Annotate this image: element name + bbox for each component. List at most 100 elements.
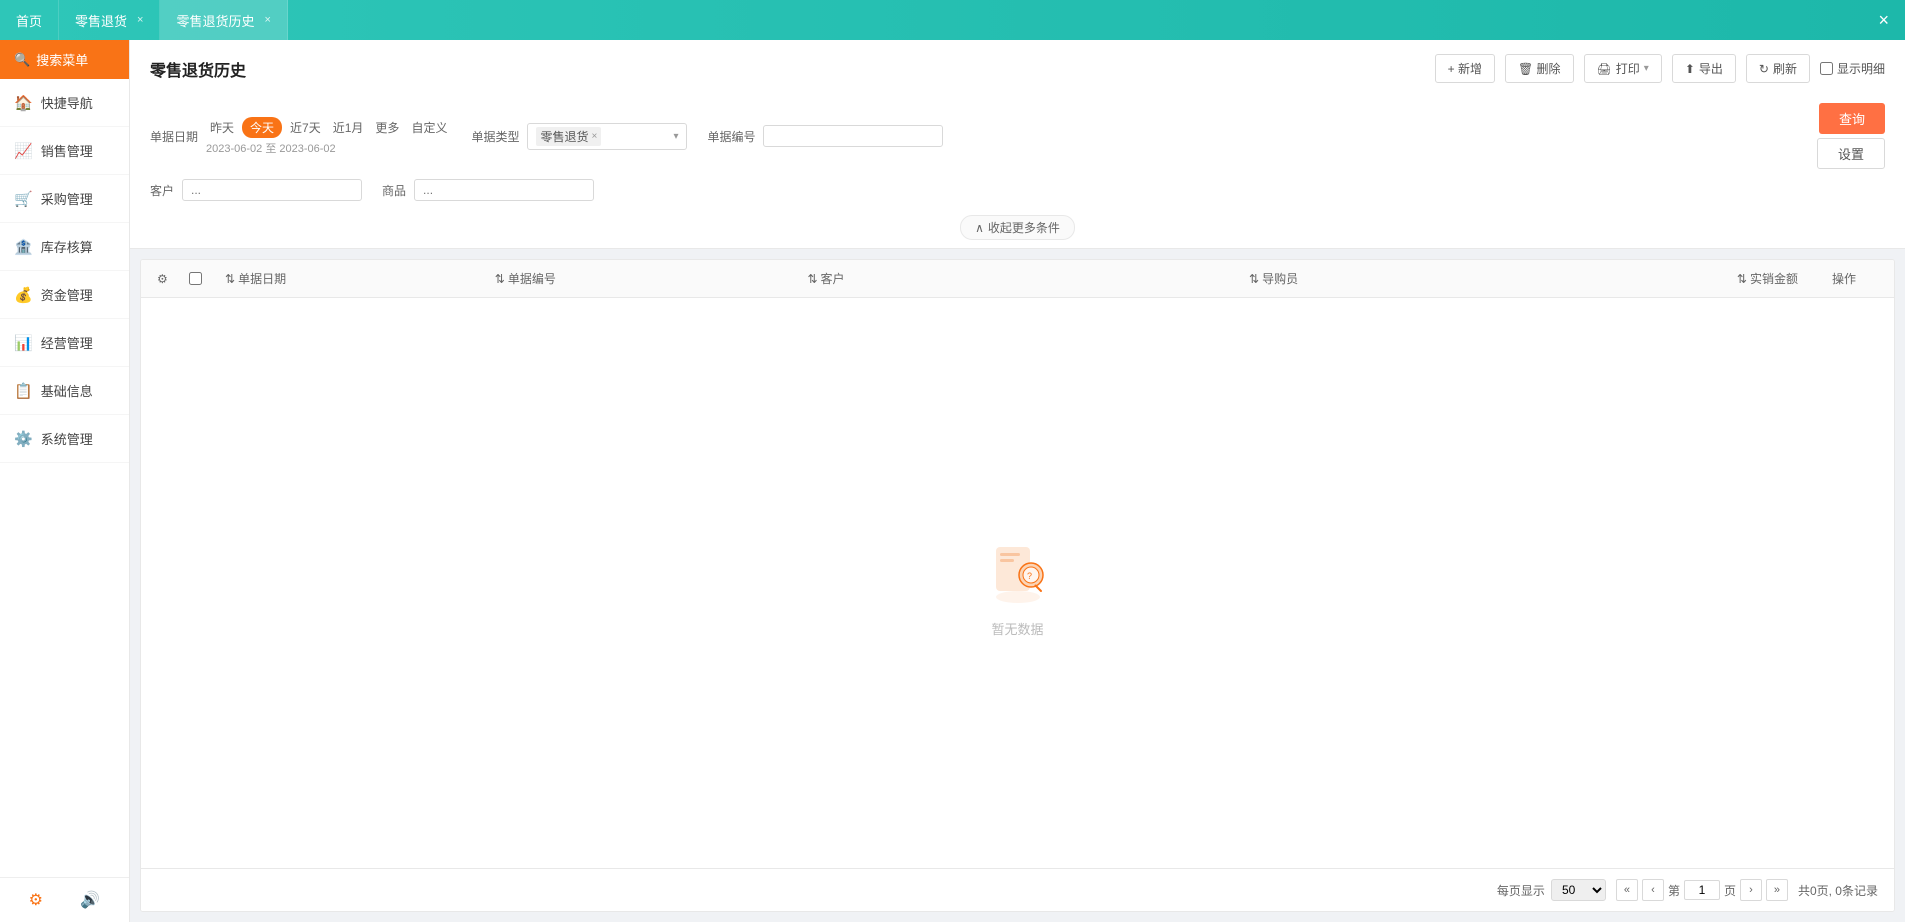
- goods-filter-input[interactable]: [414, 179, 594, 201]
- page-title: 零售退货历史: [150, 57, 246, 81]
- tab-retail-return[interactable]: 零售退货 ×: [59, 0, 160, 40]
- print-button[interactable]: 🖨 打印 ▾: [1584, 54, 1662, 83]
- tab-retail-return-history[interactable]: 零售退货历史 ×: [160, 0, 287, 40]
- refresh-button[interactable]: ↻ 刷新: [1746, 54, 1810, 83]
- tab-home[interactable]: 首页: [0, 0, 59, 40]
- tab-retail-return-close[interactable]: ×: [137, 14, 143, 26]
- empty-state: ? 暂无数据: [141, 298, 1894, 868]
- empty-text: 暂无数据: [991, 619, 1043, 638]
- display-detail-checkbox[interactable]: 显示明细: [1820, 60, 1885, 77]
- page-first-button[interactable]: «: [1616, 879, 1638, 901]
- type-tag-close[interactable]: ×: [591, 131, 597, 142]
- delete-button[interactable]: 🗑 删除: [1505, 54, 1574, 83]
- type-tag: 零售退货 ×: [536, 127, 601, 146]
- sidebar-item-system-label: 系统管理: [41, 429, 93, 448]
- tab-retail-return-history-close[interactable]: ×: [264, 14, 270, 26]
- th-amount-label: 实销金额: [1750, 270, 1798, 287]
- select-all-checkbox[interactable]: [189, 272, 202, 285]
- sidebar-search[interactable]: 🔍 搜索菜单: [0, 40, 129, 79]
- empty-icon: ?: [978, 529, 1058, 609]
- volume-bottom-button[interactable]: 🔊: [80, 890, 100, 910]
- th-guide-label: 导购员: [1262, 270, 1298, 287]
- tab-list: 首页 零售退货 × 零售退货历史 ×: [0, 0, 1862, 40]
- type-filter-field: 单据类型 零售退货 × ▾: [471, 123, 687, 150]
- sidebar-item-purchase-label: 采购管理: [41, 189, 93, 208]
- th-date-label: 单据日期: [238, 270, 286, 287]
- basicinfo-icon: 📋: [14, 382, 33, 400]
- sidebar-bottom: ⚙ 🔊: [0, 877, 129, 922]
- sort-amount-icon[interactable]: ⇅: [1737, 272, 1747, 286]
- per-page: 每页显示 10 20 50 100: [1497, 879, 1606, 901]
- display-detail-input[interactable]: [1820, 62, 1833, 75]
- total-label: 共0页, 0条记录: [1798, 882, 1878, 899]
- date-filter-field: 单据日期 昨天 今天 近7天 近1月 更多 自定义 2023-06-02 至 2…: [150, 117, 451, 156]
- sidebar-item-sales-label: 销售管理: [41, 141, 93, 160]
- toolbar: + 新增 🗑 删除 🖨 打印 ▾ ⬆ 导出 ↻ 刷新: [1435, 54, 1885, 83]
- goods-filter-label: 商品: [382, 182, 406, 199]
- sidebar-item-system[interactable]: ⚙️ 系统管理: [0, 415, 129, 463]
- main-content: 零售退货历史 + 新增 🗑 删除 🖨 打印 ▾ ⬆ 导出 ↻: [130, 40, 1905, 922]
- page-suffix: 页: [1724, 882, 1736, 899]
- page-last-button[interactable]: »: [1766, 879, 1788, 901]
- th-customer-label: 客户: [821, 270, 845, 287]
- table-area: ⚙ ⇅ 单据日期 ⇅ 单据编号 ⇅ 客户 ⇅ 导购员: [140, 259, 1895, 912]
- customer-filter-input[interactable]: [182, 179, 362, 201]
- search-icon: 🔍: [14, 52, 30, 68]
- date-btn-1month[interactable]: 近1月: [329, 117, 368, 138]
- collapse-label: 收起更多条件: [988, 219, 1060, 236]
- refresh-icon: ↻: [1759, 62, 1769, 76]
- date-btn-yesterday[interactable]: 昨天: [206, 117, 238, 138]
- sidebar-item-operations[interactable]: 📊 经营管理: [0, 319, 129, 367]
- date-buttons-group: 昨天 今天 近7天 近1月 更多 自定义 2023-06-02 至 2023-0…: [206, 117, 451, 156]
- th-op: 操作: [1804, 262, 1884, 295]
- date-filter-label: 单据日期: [150, 128, 198, 145]
- sort-customer-icon[interactable]: ⇅: [807, 272, 817, 286]
- type-tag-value: 零售退货: [540, 128, 588, 145]
- sidebar-item-purchase[interactable]: 🛒 采购管理: [0, 175, 129, 223]
- sidebar-item-finance[interactable]: 💰 资金管理: [0, 271, 129, 319]
- num-filter-label: 单据编号: [707, 128, 755, 145]
- page-next-button[interactable]: ›: [1740, 879, 1762, 901]
- date-btn-today[interactable]: 今天: [242, 117, 282, 138]
- th-checkbox[interactable]: [183, 264, 219, 293]
- th-amount: ⇅ 实销金额: [1577, 262, 1804, 295]
- sidebar-item-operations-label: 经营管理: [41, 333, 93, 352]
- collapse-icon: ∧: [975, 221, 984, 235]
- date-btn-more[interactable]: 更多: [371, 117, 403, 138]
- date-btn-7days[interactable]: 近7天: [286, 117, 325, 138]
- th-customer: ⇅ 客户: [801, 262, 1243, 295]
- date-range-display: 2023-06-02 至 2023-06-02: [206, 140, 451, 156]
- window-close-button[interactable]: ×: [1862, 10, 1905, 31]
- sales-icon: 📈: [14, 142, 33, 160]
- sort-date-icon[interactable]: ⇅: [225, 272, 235, 286]
- type-select[interactable]: 零售退货 × ▾: [527, 123, 687, 150]
- per-page-select[interactable]: 10 20 50 100: [1551, 879, 1606, 901]
- home-icon: 🏠: [14, 94, 33, 112]
- th-settings[interactable]: ⚙: [151, 264, 183, 294]
- sidebar-item-finance-label: 资金管理: [41, 285, 93, 304]
- collapse-button[interactable]: ∧ 收起更多条件: [960, 215, 1075, 240]
- sidebar-item-sales[interactable]: 📈 销售管理: [0, 127, 129, 175]
- sidebar-item-basicinfo[interactable]: 📋 基础信息: [0, 367, 129, 415]
- page-prev-button[interactable]: ‹: [1642, 879, 1664, 901]
- sort-num-icon[interactable]: ⇅: [495, 272, 505, 286]
- settings-filter-button[interactable]: 设置: [1817, 138, 1885, 169]
- page-number-input[interactable]: [1684, 880, 1720, 900]
- filter-row-2: 客户 商品: [150, 179, 1885, 201]
- export-button[interactable]: ⬆ 导出: [1672, 54, 1736, 83]
- type-filter-label: 单据类型: [471, 128, 519, 145]
- query-button[interactable]: 查询: [1819, 103, 1885, 134]
- sidebar-item-quicknav[interactable]: 🏠 快捷导航: [0, 79, 129, 127]
- sort-guide-icon[interactable]: ⇅: [1249, 272, 1259, 286]
- filter-area: 单据日期 昨天 今天 近7天 近1月 更多 自定义 2023-06-02 至 2…: [150, 95, 1885, 248]
- goods-filter-field: 商品: [382, 179, 594, 201]
- date-btn-custom[interactable]: 自定义: [407, 117, 451, 138]
- num-filter-input[interactable]: [763, 125, 943, 147]
- date-buttons: 昨天 今天 近7天 近1月 更多 自定义: [206, 117, 451, 138]
- sidebar-item-inventory[interactable]: 🏦 库存核算: [0, 223, 129, 271]
- new-button[interactable]: + 新增: [1435, 54, 1495, 83]
- num-filter-field: 单据编号: [707, 125, 943, 147]
- settings-bottom-button[interactable]: ⚙: [29, 890, 43, 910]
- export-label: 导出: [1699, 60, 1723, 77]
- page-nav: « ‹ 第 页 › »: [1616, 879, 1788, 901]
